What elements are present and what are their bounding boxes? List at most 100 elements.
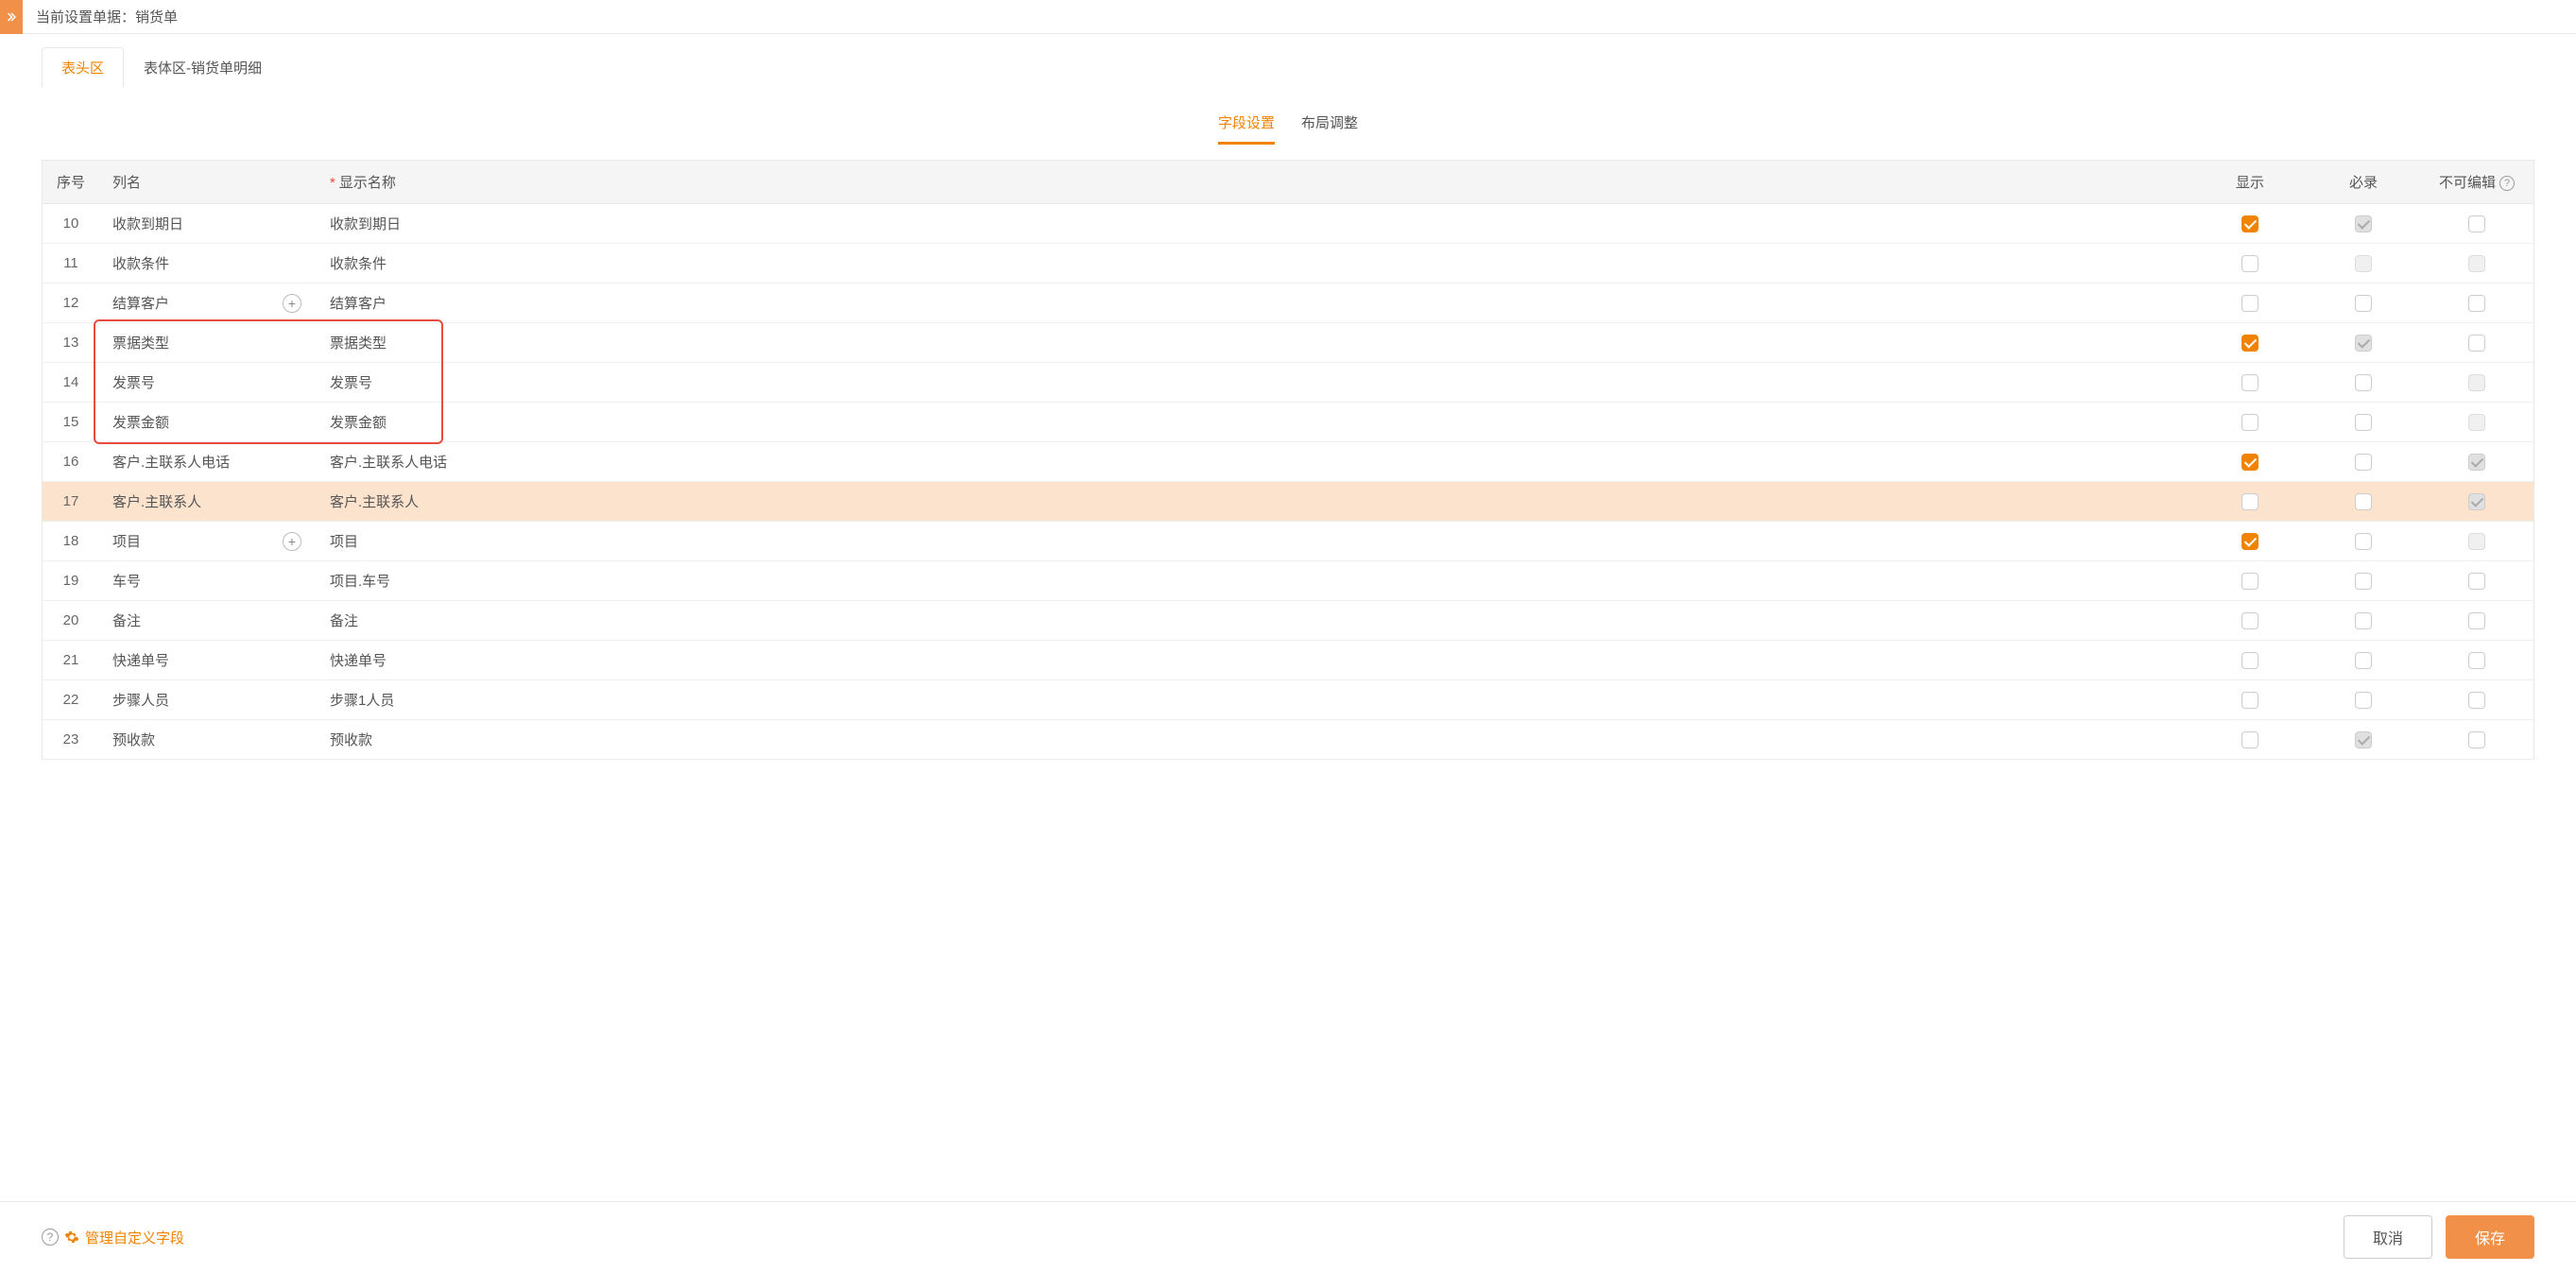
table-row: 23预收款预收款 xyxy=(43,720,2533,760)
checkbox[interactable] xyxy=(2468,692,2485,709)
checkbox xyxy=(2468,374,2485,391)
cell-seq: 16 xyxy=(43,442,99,482)
checkbox[interactable] xyxy=(2468,731,2485,748)
checkbox[interactable] xyxy=(2241,374,2258,391)
cell-name: 客户.主联系人电话 xyxy=(99,442,317,482)
checkbox[interactable] xyxy=(2241,533,2258,550)
checkbox[interactable] xyxy=(2241,454,2258,471)
header-bar: 当前设置单据：销货单 xyxy=(0,0,2576,34)
cell-display-name[interactable]: 结算客户 xyxy=(317,284,2193,323)
checkbox[interactable] xyxy=(2355,612,2372,629)
table-row: 13票据类型票据类型 xyxy=(43,323,2533,363)
checkbox[interactable] xyxy=(2355,414,2372,431)
checkbox[interactable] xyxy=(2468,295,2485,312)
checkbox[interactable] xyxy=(2468,612,2485,629)
cell-display-name[interactable]: 收款条件 xyxy=(317,244,2193,284)
save-button[interactable]: 保存 xyxy=(2446,1215,2534,1259)
checkbox[interactable] xyxy=(2355,493,2372,510)
checkbox xyxy=(2468,454,2485,471)
cell-display-name[interactable]: 步骤1人员 xyxy=(317,680,2193,720)
cell-name: 预收款 xyxy=(99,720,317,760)
cell-name: 发票金额 xyxy=(99,403,317,442)
checkbox xyxy=(2468,255,2485,272)
cell-seq: 12 xyxy=(43,284,99,323)
cell-readonly xyxy=(2420,561,2533,601)
checkbox[interactable] xyxy=(2468,335,2485,352)
checkbox xyxy=(2468,493,2485,510)
checkbox[interactable] xyxy=(2468,652,2485,669)
checkbox[interactable] xyxy=(2468,215,2485,232)
checkbox[interactable] xyxy=(2241,335,2258,352)
checkbox[interactable] xyxy=(2355,692,2372,709)
checkbox[interactable] xyxy=(2355,652,2372,669)
checkbox[interactable] xyxy=(2241,573,2258,590)
cell-required xyxy=(2307,601,2420,641)
cell-required xyxy=(2307,522,2420,561)
cell-seq: 20 xyxy=(43,601,99,641)
cell-display-name[interactable]: 发票号 xyxy=(317,363,2193,403)
checkbox xyxy=(2468,414,2485,431)
table-row: 16客户.主联系人电话客户.主联系人电话 xyxy=(43,442,2533,482)
cell-display-name[interactable]: 备注 xyxy=(317,601,2193,641)
checkbox xyxy=(2468,533,2485,550)
checkbox[interactable] xyxy=(2241,215,2258,232)
sub-tabs: 字段设置布局调整 xyxy=(0,112,2576,145)
cancel-button[interactable]: 取消 xyxy=(2344,1215,2432,1259)
cell-show xyxy=(2193,442,2307,482)
checkbox xyxy=(2355,255,2372,272)
main-tab-0[interactable]: 表头区 xyxy=(42,47,124,88)
collapse-button[interactable] xyxy=(0,0,23,34)
cell-display-name[interactable]: 快递单号 xyxy=(317,641,2193,680)
sub-tab-0[interactable]: 字段设置 xyxy=(1218,112,1275,145)
cell-name: 结算客户+ xyxy=(99,284,317,323)
main-tab-1[interactable]: 表体区-销货单明细 xyxy=(124,47,282,88)
cell-display-name[interactable]: 客户.主联系人电话 xyxy=(317,442,2193,482)
checkbox[interactable] xyxy=(2241,295,2258,312)
cell-seq: 18 xyxy=(43,522,99,561)
cell-display-name[interactable]: 预收款 xyxy=(317,720,2193,760)
cell-required xyxy=(2307,204,2420,244)
chevron-right-double-icon xyxy=(6,11,17,23)
checkbox[interactable] xyxy=(2241,612,2258,629)
cell-display-name[interactable]: 发票金额 xyxy=(317,403,2193,442)
cell-seq: 21 xyxy=(43,641,99,680)
cell-readonly xyxy=(2420,442,2533,482)
cell-display-name[interactable]: 项目.车号 xyxy=(317,561,2193,601)
cell-seq: 22 xyxy=(43,680,99,720)
cell-required xyxy=(2307,284,2420,323)
checkbox[interactable] xyxy=(2355,533,2372,550)
checkbox[interactable] xyxy=(2241,414,2258,431)
checkbox[interactable] xyxy=(2241,255,2258,272)
cell-display-name[interactable]: 票据类型 xyxy=(317,323,2193,363)
cell-readonly xyxy=(2420,482,2533,522)
cell-required xyxy=(2307,244,2420,284)
cell-display-name[interactable]: 客户.主联系人 xyxy=(317,482,2193,522)
plus-icon[interactable]: + xyxy=(283,294,301,313)
checkbox[interactable] xyxy=(2355,454,2372,471)
custom-fields-label: 管理自定义字段 xyxy=(85,1228,184,1247)
table-row: 12结算客户+结算客户 xyxy=(43,284,2533,323)
cell-seq: 11 xyxy=(43,244,99,284)
checkbox[interactable] xyxy=(2241,493,2258,510)
checkbox[interactable] xyxy=(2355,573,2372,590)
cell-display-name[interactable]: 项目 xyxy=(317,522,2193,561)
table-row: 21快递单号快递单号 xyxy=(43,641,2533,680)
cell-show xyxy=(2193,561,2307,601)
cell-seq: 14 xyxy=(43,363,99,403)
cell-seq: 10 xyxy=(43,204,99,244)
checkbox[interactable] xyxy=(2241,692,2258,709)
help-icon[interactable]: ? xyxy=(2499,176,2515,191)
sub-tab-1[interactable]: 布局调整 xyxy=(1301,112,1358,145)
cell-show xyxy=(2193,522,2307,561)
plus-icon[interactable]: + xyxy=(283,532,301,551)
checkbox[interactable] xyxy=(2241,652,2258,669)
cell-display-name[interactable]: 收款到期日 xyxy=(317,204,2193,244)
checkbox[interactable] xyxy=(2355,295,2372,312)
checkbox[interactable] xyxy=(2468,573,2485,590)
cell-required xyxy=(2307,680,2420,720)
checkbox[interactable] xyxy=(2355,374,2372,391)
cell-show xyxy=(2193,244,2307,284)
manage-custom-fields-link[interactable]: ? 管理自定义字段 xyxy=(42,1228,184,1247)
checkbox[interactable] xyxy=(2241,731,2258,748)
cell-readonly xyxy=(2420,720,2533,760)
